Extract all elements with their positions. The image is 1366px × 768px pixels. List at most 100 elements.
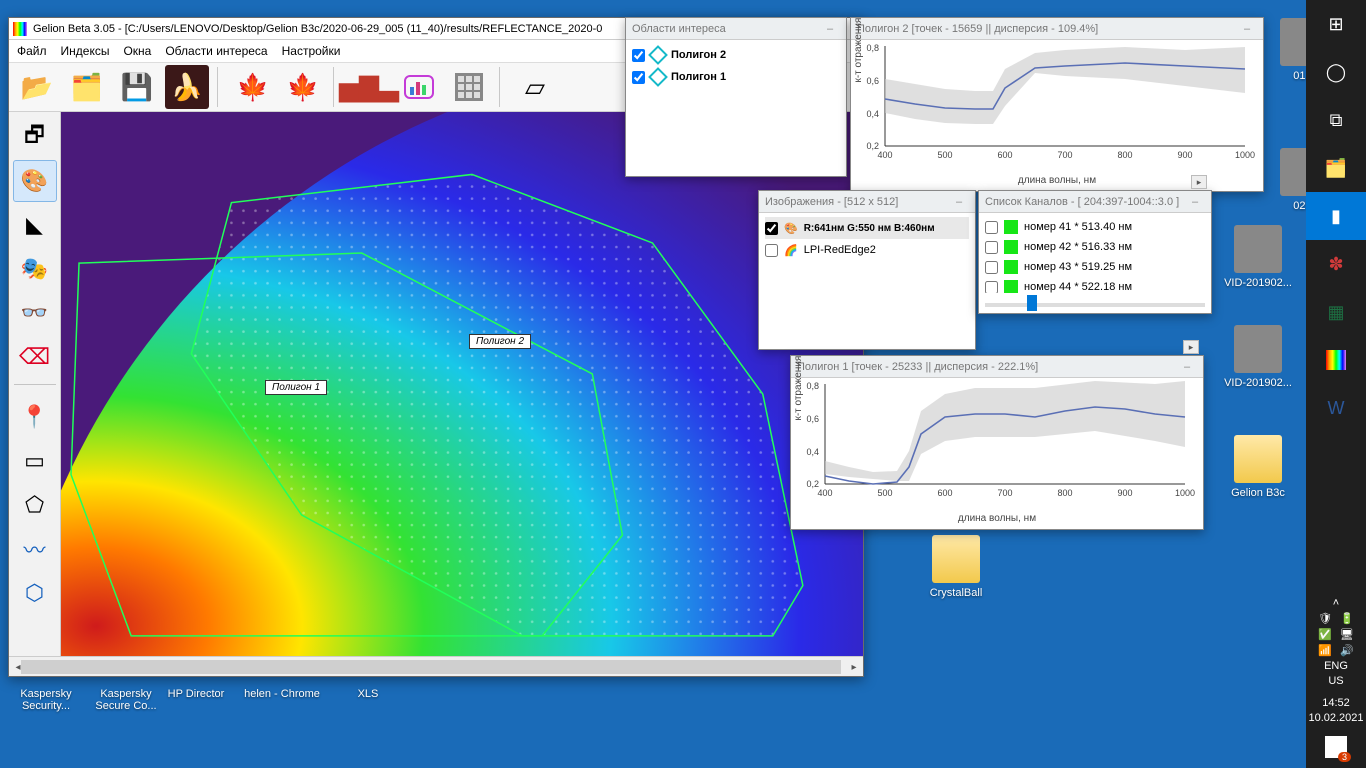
tray-screen-icon[interactable]: 🖥 <box>1340 628 1354 641</box>
window-title: Gelion Beta 3.05 - [C:/Users/LENOVO/Desk… <box>33 23 602 35</box>
roi-item-2[interactable]: Полигон 1 <box>671 71 726 83</box>
side-toolbar: 🗗 🎨 ◣ 🎭 👓 ⌫ 📍 ▭ ⬠ 〰 ⬡ <box>9 112 61 656</box>
taskbar-word-icon[interactable]: W <box>1306 384 1366 432</box>
hexagon-tool-icon[interactable]: ⬡ <box>13 572 57 614</box>
eraser-icon[interactable]: ▱ <box>513 65 557 109</box>
channels-panel: ▸ Список Каналов - [ 204:397-1004::3.0 ]… <box>978 190 1212 314</box>
pin-tool-icon[interactable]: 📍 <box>13 396 57 438</box>
image-item-1[interactable]: R:641нм G:550 нм B:460нм <box>804 223 935 234</box>
menu-settings[interactable]: Настройки <box>282 44 341 58</box>
color-swatch-icon <box>1004 240 1018 254</box>
toolbar-sep-1 <box>217 67 223 107</box>
chart2-plot: к-т отражения 0,8 0,6 0,4 0,2 400 500 60… <box>851 40 1263 190</box>
chart2-close-icon[interactable]: – <box>1237 21 1257 37</box>
menu-windows[interactable]: Окна <box>123 44 151 58</box>
chart1-close-icon[interactable]: – <box>1177 359 1197 375</box>
menu-indices[interactable]: Индексы <box>61 44 110 58</box>
mask-tool-icon[interactable]: 🎭 <box>13 248 57 290</box>
open-file-button[interactable]: 📂 <box>15 65 59 109</box>
taskbar-app-rainbow-icon[interactable] <box>1306 336 1366 384</box>
channels-slider[interactable] <box>979 293 1211 313</box>
banana-icon[interactable]: 🍌 <box>165 65 209 109</box>
polygon-icon <box>648 45 668 65</box>
desktop-icon-r4[interactable]: VID-201902... <box>1218 325 1298 389</box>
chan-check-44[interactable] <box>985 281 998 294</box>
svg-text:900: 900 <box>1117 488 1132 498</box>
channels-list[interactable]: номер 41 * 513.40 нм номер 42 * 516.33 н… <box>979 213 1211 293</box>
rect-tool-icon[interactable]: ▭ <box>13 440 57 482</box>
clear-tool-icon[interactable]: ⌫ <box>13 336 57 378</box>
channels-close-icon[interactable]: – <box>1185 194 1205 210</box>
chart1-snap-icon[interactable]: ▸ <box>1183 340 1199 354</box>
prism-tool-icon[interactable]: ◣ <box>13 204 57 246</box>
images-panel: Изображения - [512 x 512]– 🎨R:641нм G:55… <box>758 190 976 350</box>
image-canvas[interactable]: Полигон 2 Полигон 1 <box>61 112 863 656</box>
save-button[interactable]: 💾 <box>115 65 159 109</box>
glasses-tool-icon[interactable]: 👓 <box>13 292 57 334</box>
chan-check-43[interactable] <box>985 261 998 274</box>
channels-panel-title: Список Каналов - [ 204:397-1004::3.0 ] <box>985 196 1179 208</box>
desktop-label-2[interactable]: Kaspersky Secure Co... <box>86 688 166 712</box>
taskbar-excel-icon[interactable]: ▦ <box>1306 288 1366 336</box>
desktop-label-1[interactable]: Kaspersky Security... <box>6 688 86 712</box>
taskbar-app-2-icon[interactable]: ✽ <box>1306 240 1366 288</box>
roi-check-2[interactable] <box>632 71 645 84</box>
chart1-title: Полигон 1 [точек - 25233 || дисперсия - … <box>797 361 1038 373</box>
tray-volume-icon[interactable]: 🔊 <box>1340 644 1354 657</box>
windows-tool-icon[interactable]: 🗗 <box>13 116 57 158</box>
tray-clock[interactable]: 14:5210.02.2021 <box>1308 696 1363 725</box>
barchart-icon[interactable] <box>397 65 441 109</box>
svg-text:800: 800 <box>1117 150 1132 160</box>
notifications-icon[interactable] <box>1325 736 1347 758</box>
polygon-tool-icon[interactable]: ⬠ <box>13 484 57 526</box>
tray-wifi-icon[interactable]: 📶 <box>1318 644 1332 657</box>
roi-panel-close-icon[interactable]: – <box>820 21 840 37</box>
menu-areas[interactable]: Области интереса <box>165 44 267 58</box>
calculator-icon[interactable] <box>447 65 491 109</box>
start-button[interactable]: ⊞ <box>1306 0 1366 48</box>
image-item-2[interactable]: LPI-RedEdge2 <box>804 244 876 256</box>
chan-row-42[interactable]: номер 42 * 516.33 нм <box>1024 241 1132 253</box>
explorer-icon[interactable]: 🗂️ <box>1306 144 1366 192</box>
tray-shield-icon[interactable]: 🛡 <box>1318 612 1332 625</box>
svg-text:0,4: 0,4 <box>806 447 819 457</box>
desktop-label-4[interactable]: helen - Chrome <box>242 688 322 700</box>
chan-check-41[interactable] <box>985 221 998 234</box>
chart-panel-polygon2: Полигон 2 [точек - 15659 || дисперсия - … <box>850 17 1264 192</box>
windows-taskbar: ⊞ ◯ ⧉ 🗂️ ▮ ✽ ▦ W ˄ 🛡 🔋 ✅ 🖥 📶 🔊 ENG US 14:52… <box>1306 0 1366 768</box>
chan-row-44[interactable]: номер 44 * 522.18 нм <box>1024 281 1132 293</box>
open-folder-button[interactable]: 🗂️ <box>65 65 109 109</box>
tray-check-icon[interactable]: ✅ <box>1318 628 1332 641</box>
chart-panel-polygon1: ▸ Полигон 1 [точек - 25233 || дисперсия … <box>790 355 1204 530</box>
roi-item-1[interactable]: Полигон 2 <box>671 49 726 61</box>
search-icon[interactable]: ◯ <box>1306 48 1366 96</box>
tray-expand-icon[interactable]: ˄ <box>1333 597 1339 609</box>
chan-check-42[interactable] <box>985 241 998 254</box>
desktop-label-3[interactable]: HP Director <box>156 688 236 700</box>
chan-row-43[interactable]: номер 43 * 519.25 нм <box>1024 261 1132 273</box>
image-check-1[interactable] <box>765 222 778 235</box>
taskbar-app-gelion-icon[interactable]: ▮ <box>1306 192 1366 240</box>
images-close-icon[interactable]: – <box>949 194 969 210</box>
channels-snap-icon[interactable]: ▸ <box>1191 175 1207 189</box>
task-view-icon[interactable]: ⧉ <box>1306 96 1366 144</box>
roi-check-1[interactable] <box>632 49 645 62</box>
leaf-icon-2[interactable]: 🍁 <box>281 65 325 109</box>
tray-region[interactable]: US <box>1328 675 1343 687</box>
system-tray[interactable]: ˄ 🛡 🔋 ✅ 🖥 📶 🔊 ENG US 14:5210.02.2021 <box>1308 591 1363 768</box>
histogram-icon[interactable]: ▅▇▃ <box>347 65 391 109</box>
canvas-scrollbar-h[interactable]: ◂▸ <box>9 656 863 676</box>
menu-file[interactable]: Файл <box>17 44 47 58</box>
desktop-icon-r5[interactable]: Gelion B3c <box>1218 435 1298 499</box>
chan-row-41[interactable]: номер 41 * 513.40 нм <box>1024 221 1132 233</box>
tray-lang[interactable]: ENG <box>1324 660 1348 672</box>
tray-battery-icon[interactable]: 🔋 <box>1340 612 1354 625</box>
polyline-tool-icon[interactable]: 〰 <box>13 528 57 570</box>
desktop-label-5[interactable]: XLS <box>328 688 408 700</box>
palette-tool-icon[interactable]: 🎨 <box>13 160 57 202</box>
image-check-2[interactable] <box>765 244 778 257</box>
desktop-icon-r6[interactable]: CrystalBall <box>916 535 996 599</box>
desktop-icon-r3[interactable]: VID-201902... <box>1218 225 1298 289</box>
polygon2-label: Полигон 2 <box>469 334 531 349</box>
leaf-icon-1[interactable]: 🍁 <box>231 65 275 109</box>
